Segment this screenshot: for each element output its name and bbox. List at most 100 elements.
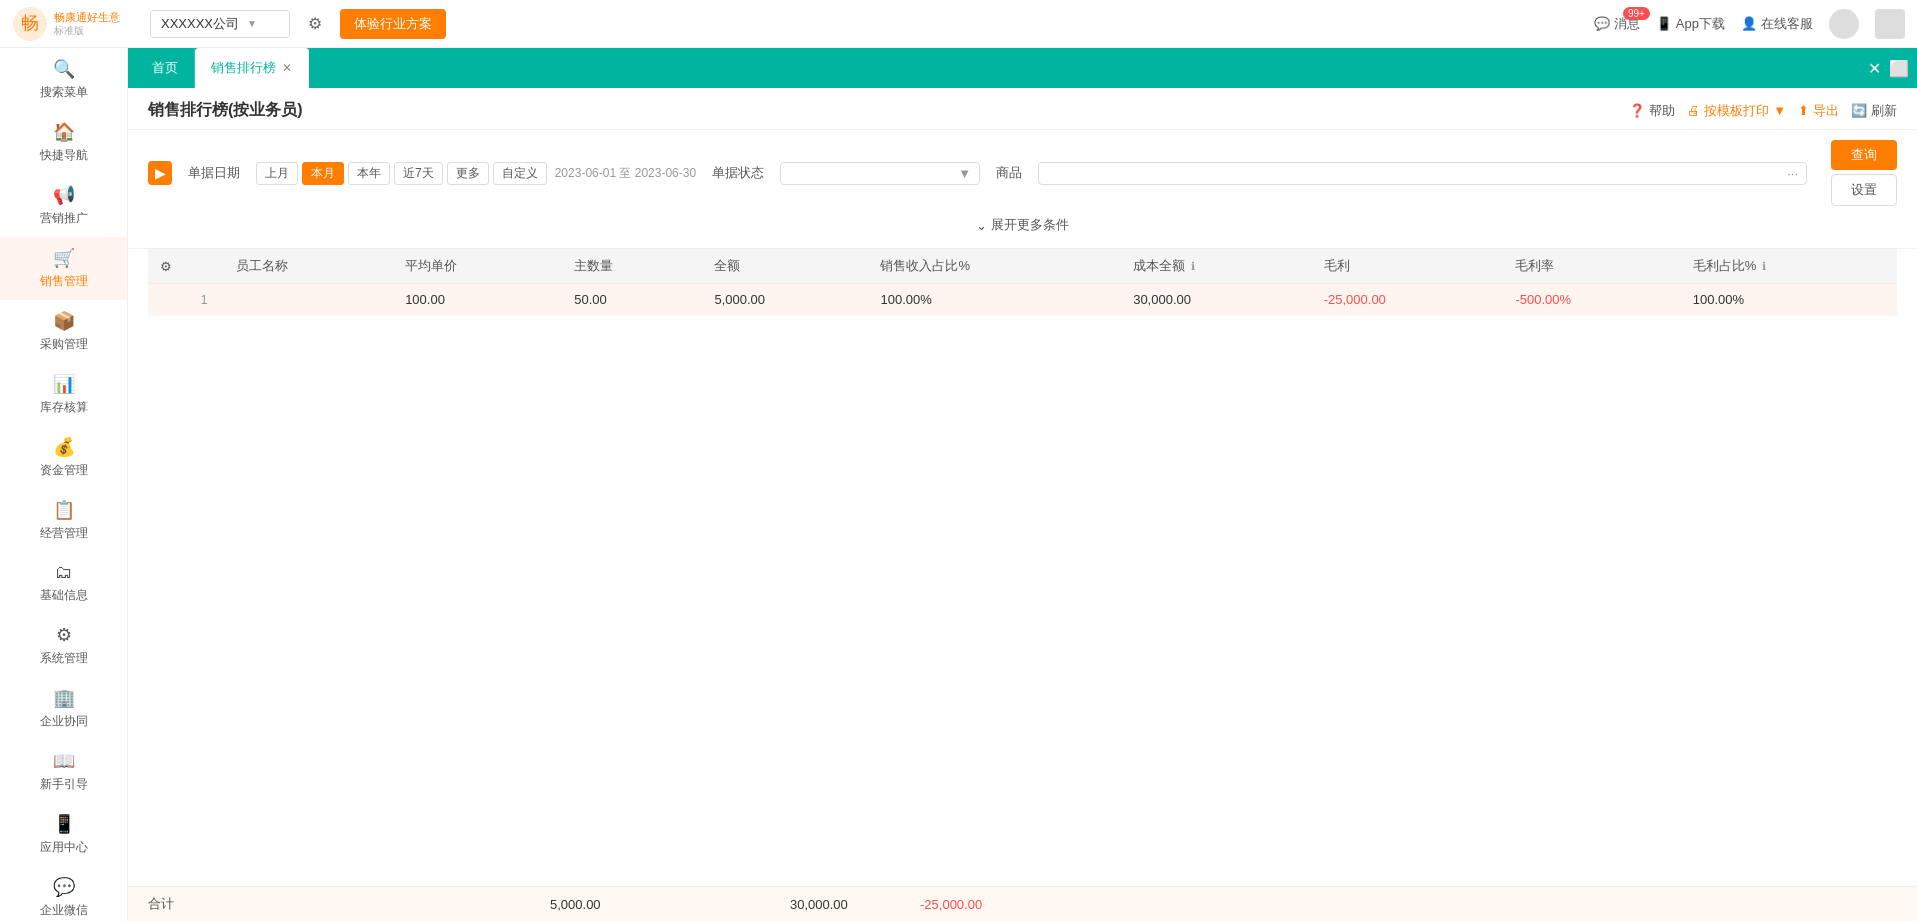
date-btn-7days[interactable]: 近7天 (394, 162, 443, 185)
search-icon: 🔍 (53, 58, 75, 80)
date-buttons: 上月 本月 本年 近7天 更多 自定义 2023-06-01 至 2023-06… (256, 162, 696, 185)
date-btn-more[interactable]: 更多 (447, 162, 489, 185)
footer-amount: 5,000.00 (538, 897, 658, 912)
row-rank: 1 (184, 284, 224, 316)
footer-gross-profit: -25,000.00 (908, 897, 1028, 912)
company-selector[interactable]: XXXXXX公司 ▼ (150, 10, 290, 38)
tab-sales-rank[interactable]: 销售排行榜 ✕ (195, 48, 309, 88)
col-gross-ratio: 毛利占比% ℹ (1681, 249, 1897, 284)
query-button[interactable]: 查询 (1831, 140, 1897, 170)
sidebar-item-search[interactable]: 🔍 搜索菜单 (0, 48, 127, 111)
print-icon: 🖨 (1687, 103, 1700, 118)
table-header-row: ⚙ 员工名称 平均单价 主数量 全额 销售收入占比% 成本全额 ℹ 毛 (148, 249, 1897, 284)
status-filter-select[interactable]: ▼ (780, 162, 980, 185)
sales-icon: 🛒 (53, 247, 75, 269)
sidebar-item-label-search: 搜索菜单 (40, 84, 88, 101)
sidebar-item-label-guide: 新手引导 (40, 776, 88, 793)
row-gross-margin: -500.00% (1503, 284, 1680, 316)
settings-button[interactable]: 设置 (1831, 174, 1897, 206)
row-sales-ratio: 100.00% (868, 284, 1121, 316)
trial-button[interactable]: 体验行业方案 (340, 9, 446, 39)
sidebar-item-label-basic-info: 基础信息 (40, 587, 88, 604)
date-btn-custom[interactable]: 自定义 (493, 162, 547, 185)
gross-ratio-info-icon[interactable]: ℹ (1762, 260, 1766, 272)
app-center-icon: 📱 (53, 813, 75, 835)
sidebar-item-inventory[interactable]: 📊 库存核算 (0, 363, 127, 426)
sidebar-item-quick-nav[interactable]: 🏠 快捷导航 (0, 111, 127, 174)
row-gross-ratio: 100.00% (1681, 284, 1897, 316)
col-employee-name: 员工名称 (224, 249, 393, 284)
sidebar-item-label-finance: 资金管理 (40, 462, 88, 479)
data-table-container: ⚙ 员工名称 平均单价 主数量 全额 销售收入占比% 成本全额 ℹ 毛 (128, 249, 1917, 886)
marketing-icon: 📢 (53, 184, 75, 206)
sidebar-item-wechat[interactable]: 💬 企业微信 (0, 866, 127, 921)
date-btn-this-year[interactable]: 本年 (348, 162, 390, 185)
date-btn-this-month[interactable]: 本月 (302, 162, 344, 185)
table-footer: 合计 5,000.00 30,000.00 -25,000.00 (128, 886, 1917, 921)
message-button[interactable]: 💬 消息 99+ (1594, 15, 1640, 33)
tab-maximize-button[interactable]: ⬜ (1889, 59, 1909, 78)
user-avatar[interactable] (1829, 9, 1859, 39)
sidebar-item-label-enterprise: 企业协同 (40, 713, 88, 730)
row-settings[interactable] (148, 284, 184, 316)
more-conditions-toggle[interactable]: ⌄ 展开更多条件 (148, 212, 1897, 238)
sidebar-item-sales[interactable]: 🛒 销售管理 (0, 237, 127, 300)
sidebar-item-label-wechat: 企业微信 (40, 902, 88, 919)
status-filter-label: 单据状态 (712, 164, 764, 182)
row-avg-price: 100.00 (393, 284, 562, 316)
row-cost-amount: 30,000.00 (1121, 284, 1312, 316)
tab-close-icon[interactable]: ✕ (282, 61, 292, 75)
help-icon: ❓ (1629, 103, 1645, 118)
export-button[interactable]: ⬆ 导出 (1798, 102, 1839, 120)
sidebar-item-enterprise[interactable]: 🏢 企业协同 (0, 677, 127, 740)
refresh-button[interactable]: 🔄 刷新 (1851, 102, 1897, 120)
message-icon: 💬 (1594, 16, 1610, 31)
sidebar-item-label-quick-nav: 快捷导航 (40, 147, 88, 164)
sidebar-item-marketing[interactable]: 📢 营销推广 (0, 174, 127, 237)
download-icon: 📱 (1656, 16, 1672, 31)
template-print-button[interactable]: 🖨 按模板打印 ▼ (1687, 102, 1786, 120)
svg-text:畅: 畅 (21, 13, 39, 33)
sidebar-item-finance[interactable]: 💰 资金管理 (0, 426, 127, 489)
date-filter-label: 单据日期 (188, 164, 240, 182)
sidebar-item-label-purchase: 采购管理 (40, 336, 88, 353)
chevron-down-icon: ▼ (247, 18, 257, 29)
sidebar-item-label-operations: 经营管理 (40, 525, 88, 542)
status-select-chevron-icon: ▼ (958, 166, 971, 181)
tab-close-window-button[interactable]: ✕ (1868, 59, 1881, 78)
date-range-text: 2023-06-01 至 2023-06-30 (555, 165, 696, 182)
sales-rank-table: ⚙ 员工名称 平均单价 主数量 全额 销售收入占比% 成本全额 ℹ 毛 (148, 249, 1897, 316)
col-avg-price: 平均单价 (393, 249, 562, 284)
page-header: 销售排行榜(按业务员) ❓ 帮助 🖨 按模板打印 ▼ ⬆ (128, 88, 1917, 130)
col-gross-profit: 毛利 (1312, 249, 1504, 284)
app-download-button[interactable]: 📱 App下载 (1656, 15, 1725, 33)
row-employee-name (224, 284, 393, 316)
sidebar-item-label-marketing: 营销推广 (40, 210, 88, 227)
sidebar-item-purchase[interactable]: 📦 采购管理 (0, 300, 127, 363)
home-tab-label: 首页 (152, 59, 178, 77)
date-btn-last-month[interactable]: 上月 (256, 162, 298, 185)
system-icon: ⚙ (56, 624, 72, 646)
sidebar-item-basic-info[interactable]: 🗂 基础信息 (0, 552, 127, 614)
cost-amount-info-icon[interactable]: ℹ (1191, 260, 1195, 272)
guide-icon: 📖 (53, 750, 75, 772)
goods-filter-select[interactable]: ··· (1038, 162, 1807, 185)
filter-toggle-button[interactable]: ▶ (148, 161, 172, 185)
tab-home[interactable]: 首页 (136, 48, 195, 88)
help-button[interactable]: ❓ 帮助 (1629, 102, 1675, 120)
sidebar-item-operations[interactable]: 📋 经营管理 (0, 489, 127, 552)
user-menu[interactable] (1875, 9, 1905, 39)
col-quantity: 主数量 (562, 249, 702, 284)
message-badge: 99+ (1623, 7, 1650, 20)
sidebar-item-system[interactable]: ⚙ 系统管理 (0, 614, 127, 677)
wechat-icon: 💬 (53, 876, 75, 898)
row-gross-profit: -25,000.00 (1312, 284, 1504, 316)
sidebar-item-app-center[interactable]: 📱 应用中心 (0, 803, 127, 866)
settings-icon[interactable]: ⚙ (300, 9, 330, 39)
company-name: XXXXXX公司 (161, 15, 239, 33)
online-service-button[interactable]: 👤 在线客服 (1741, 15, 1813, 33)
col-settings[interactable]: ⚙ (148, 249, 184, 284)
sidebar-item-guide[interactable]: 📖 新手引导 (0, 740, 127, 803)
sidebar: 🔍 搜索菜单 🏠 快捷导航 📢 营销推广 🛒 销售管理 📦 采购管理 📊 库存核… (0, 48, 128, 921)
col-sales-ratio: 销售收入占比% (868, 249, 1121, 284)
